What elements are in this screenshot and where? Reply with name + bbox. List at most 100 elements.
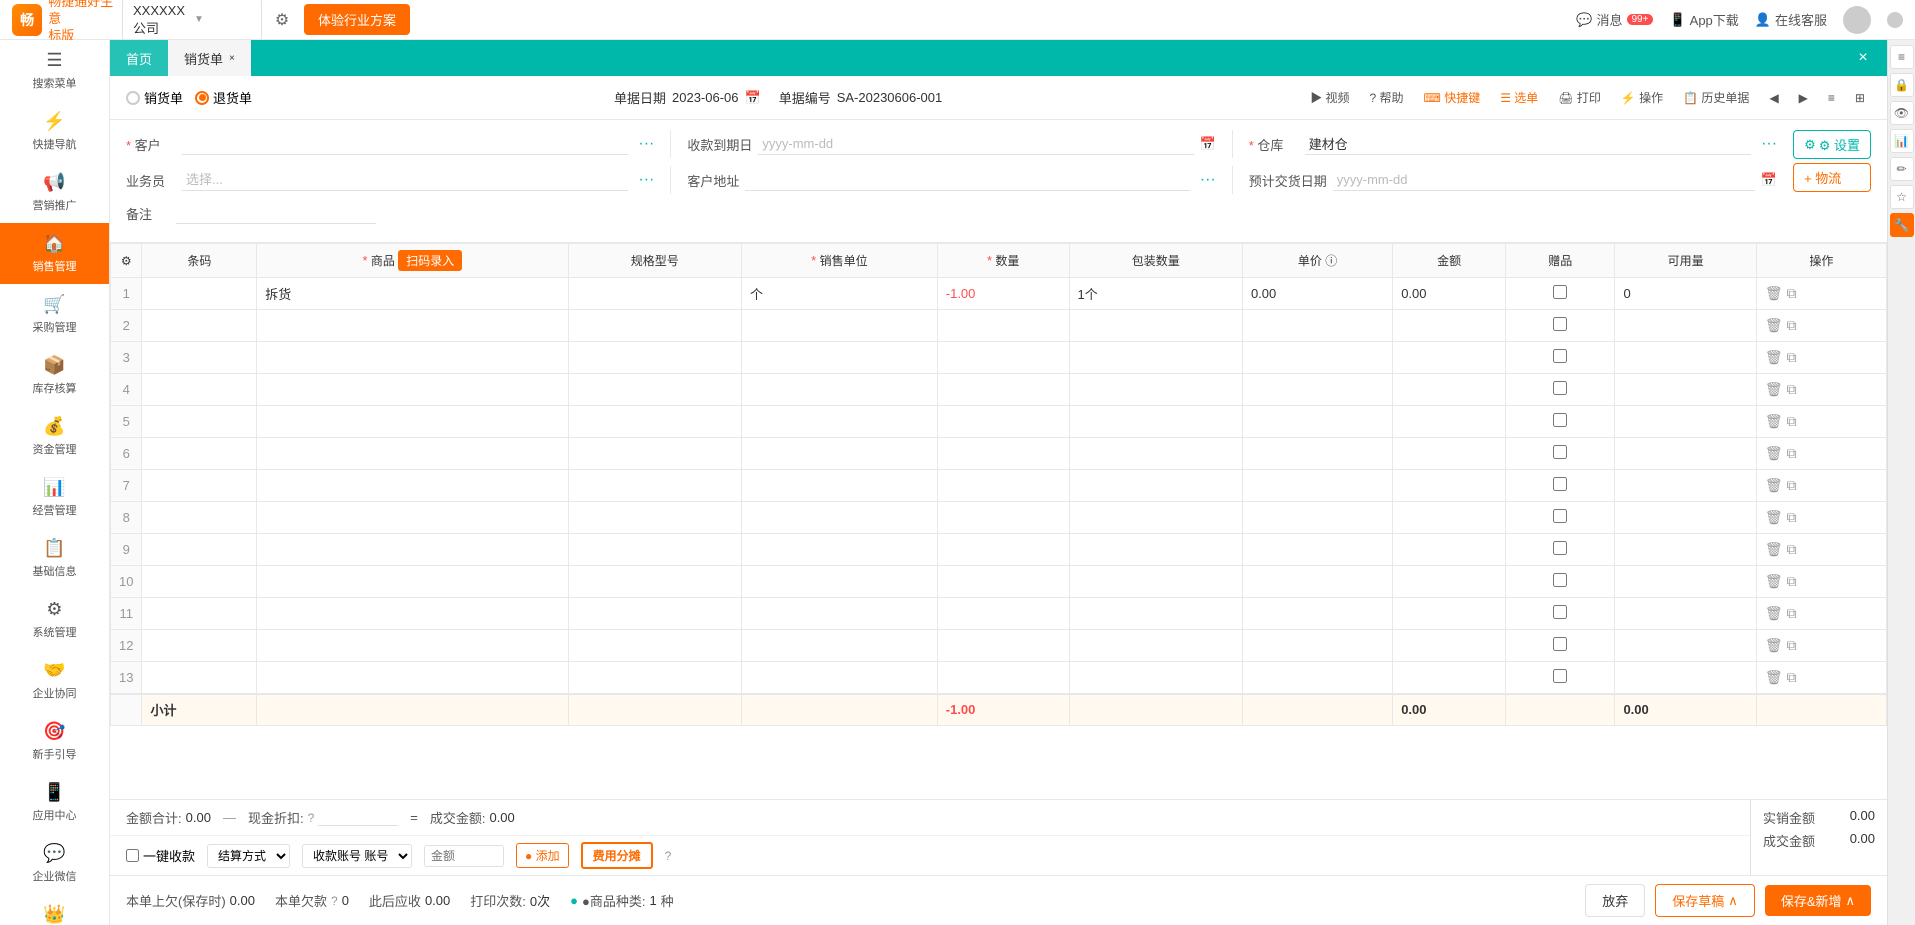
gift-checkbox-10[interactable] (1553, 573, 1567, 587)
delete-icon-4[interactable]: 🗑 (1765, 381, 1783, 398)
payment-due-input[interactable] (758, 133, 1193, 155)
tab-sales-order[interactable]: 销货单 × (168, 40, 251, 76)
remark-input[interactable] (176, 202, 376, 224)
customer-input[interactable] (182, 133, 628, 155)
delete-icon-8[interactable]: 🗑 (1765, 509, 1783, 526)
copy-icon-10[interactable]: ⧉ (1787, 573, 1797, 590)
sidebar-item-sales[interactable]: 🏠 销售管理 (0, 223, 109, 284)
logistics-button[interactable]: + 物流 (1793, 163, 1871, 192)
widget-eye-icon[interactable]: 👁 (1890, 101, 1914, 125)
sidebar-item-inventory[interactable]: 📦 库存核算 (0, 345, 109, 406)
expense-help-icon[interactable]: ? (665, 849, 672, 863)
copy-icon-5[interactable]: ⧉ (1787, 413, 1797, 430)
app-download-button[interactable]: 📱 App下载 (1669, 10, 1738, 29)
delete-icon-5[interactable]: 🗑 (1765, 413, 1783, 430)
sidebar-item-guide[interactable]: 🎯 新手引导 (0, 711, 109, 772)
sidebar-item-finance[interactable]: 💰 资金管理 (0, 406, 109, 467)
save-draft-button[interactable]: 保存草稿 ∧ (1655, 884, 1755, 917)
discount-help-icon[interactable]: ? (308, 811, 315, 825)
grid-view-btn[interactable]: ⊞ (1849, 88, 1871, 108)
gift-checkbox-6[interactable] (1553, 445, 1567, 459)
tab-close-all-button[interactable]: × (1849, 44, 1877, 72)
copy-icon-9[interactable]: ⧉ (1787, 541, 1797, 558)
salesperson-input[interactable] (182, 169, 628, 191)
copy-icon-6[interactable]: ⧉ (1787, 445, 1797, 462)
delete-icon-2[interactable]: 🗑 (1765, 317, 1783, 334)
gift-checkbox-12[interactable] (1553, 637, 1567, 651)
operate-btn[interactable]: ⚡ 操作 (1615, 86, 1669, 109)
select-order-btn[interactable]: ☰ 选单 (1494, 86, 1544, 109)
prev-btn[interactable]: ◀ (1763, 88, 1784, 108)
copy-icon-12[interactable]: ⧉ (1787, 637, 1797, 654)
settings-button[interactable]: ⚙ (268, 6, 296, 34)
widget-chart-icon[interactable]: 📊 (1890, 129, 1914, 153)
copy-icon-1[interactable]: ⧉ (1787, 285, 1797, 302)
gift-checkbox-7[interactable] (1553, 477, 1567, 491)
radio-return-order[interactable]: 退货单 (195, 88, 252, 107)
discount-input[interactable] (318, 810, 398, 826)
tab-home[interactable]: 首页 (110, 40, 168, 76)
copy-icon-4[interactable]: ⧉ (1787, 381, 1797, 398)
online-service-button[interactable]: 👤 在线客服 (1755, 10, 1827, 29)
delete-icon-13[interactable]: 🗑 (1765, 669, 1783, 686)
avatar[interactable] (1843, 6, 1871, 34)
delivery-date-input[interactable] (1333, 169, 1755, 191)
sidebar-item-operations[interactable]: 📊 经营管理 (0, 467, 109, 528)
gift-checkbox-11[interactable] (1553, 605, 1567, 619)
sidebar-item-wechat[interactable]: 💬 企业微信 (0, 833, 109, 894)
delete-icon-9[interactable]: 🗑 (1765, 541, 1783, 558)
salesperson-more-icon[interactable]: ··· (638, 171, 654, 189)
help-btn[interactable]: ? 帮助 (1364, 86, 1410, 109)
payment-date-icon[interactable]: 📅 (1200, 136, 1216, 152)
delete-icon-1[interactable]: 🗑 (1765, 285, 1783, 302)
sidebar-item-search[interactable]: ☰ 搜索菜单 (0, 40, 109, 101)
delete-icon-12[interactable]: 🗑 (1765, 637, 1783, 654)
trial-button[interactable]: 体验行业方案 (304, 4, 410, 35)
shortcut-keys-btn[interactable]: ⌨ 快捷键 (1418, 86, 1487, 109)
sidebar-item-apps[interactable]: 📱 应用中心 (0, 772, 109, 833)
delivery-date-icon[interactable]: 📅 (1761, 172, 1777, 188)
form-settings-button[interactable]: ⚙ ⚙ 设置 (1793, 130, 1871, 159)
message-button[interactable]: 💬 消息 99+ (1576, 10, 1653, 29)
delete-icon-11[interactable]: 🗑 (1765, 605, 1783, 622)
gift-checkbox-3[interactable] (1553, 349, 1567, 363)
widget-list-icon[interactable]: ≡ (1890, 45, 1914, 69)
company-selector[interactable]: XXXXXX公司 ▼ (122, 0, 262, 42)
sidebar-item-marketing[interactable]: 📢 营销推广 (0, 162, 109, 223)
customer-addr-input[interactable] (745, 169, 1189, 191)
expense-split-button[interactable]: 费用分摊 (581, 842, 653, 869)
scan-button[interactable]: 扫码录入 (398, 250, 462, 271)
customer-more-icon[interactable]: ··· (638, 135, 654, 153)
delete-icon-6[interactable]: 🗑 (1765, 445, 1783, 462)
payment-amount-input[interactable] (424, 845, 504, 867)
copy-icon-2[interactable]: ⧉ (1787, 317, 1797, 334)
sidebar-item-collab[interactable]: 🤝 企业协同 (0, 650, 109, 711)
widget-tool-icon[interactable]: 🔧 (1890, 213, 1914, 237)
history-btn[interactable]: 📋 历史单据 (1677, 86, 1755, 109)
gift-checkbox-4[interactable] (1553, 381, 1567, 395)
gift-checkbox-13[interactable] (1553, 669, 1567, 683)
warehouse-more-icon[interactable]: ··· (1761, 135, 1777, 153)
addr-more-icon[interactable]: ··· (1200, 171, 1216, 189)
payment-method-select[interactable]: 结算方式 (207, 844, 290, 868)
list-view-btn[interactable]: ≡ (1822, 88, 1841, 108)
widget-edit-icon[interactable]: ✏ (1890, 157, 1914, 181)
delete-icon-7[interactable]: 🗑 (1765, 477, 1783, 494)
date-picker-icon[interactable]: 📅 (745, 90, 761, 106)
gift-checkbox-5[interactable] (1553, 413, 1567, 427)
save-new-button[interactable]: 保存&新增 ∧ (1765, 885, 1871, 916)
gift-checkbox-8[interactable] (1553, 509, 1567, 523)
sidebar-item-purchase[interactable]: 🛒 采购管理 (0, 284, 109, 345)
warehouse-input[interactable] (1305, 133, 1751, 155)
debit-help-icon[interactable]: ? (331, 894, 338, 908)
add-payment-button[interactable]: ● 添加 (516, 843, 569, 868)
print-btn[interactable]: 🖨 打印 (1552, 86, 1607, 109)
next-btn[interactable]: ▶ (1793, 88, 1814, 108)
gift-checkbox-9[interactable] (1553, 541, 1567, 555)
gift-checkbox-1[interactable] (1553, 285, 1567, 299)
sidebar-item-basic[interactable]: 📋 基础信息 (0, 528, 109, 589)
col-settings[interactable]: ⚙ (111, 244, 142, 278)
delete-icon-10[interactable]: 🗑 (1765, 573, 1783, 590)
copy-icon-3[interactable]: ⧉ (1787, 349, 1797, 366)
video-btn[interactable]: ▶ 视频 (1304, 86, 1355, 109)
